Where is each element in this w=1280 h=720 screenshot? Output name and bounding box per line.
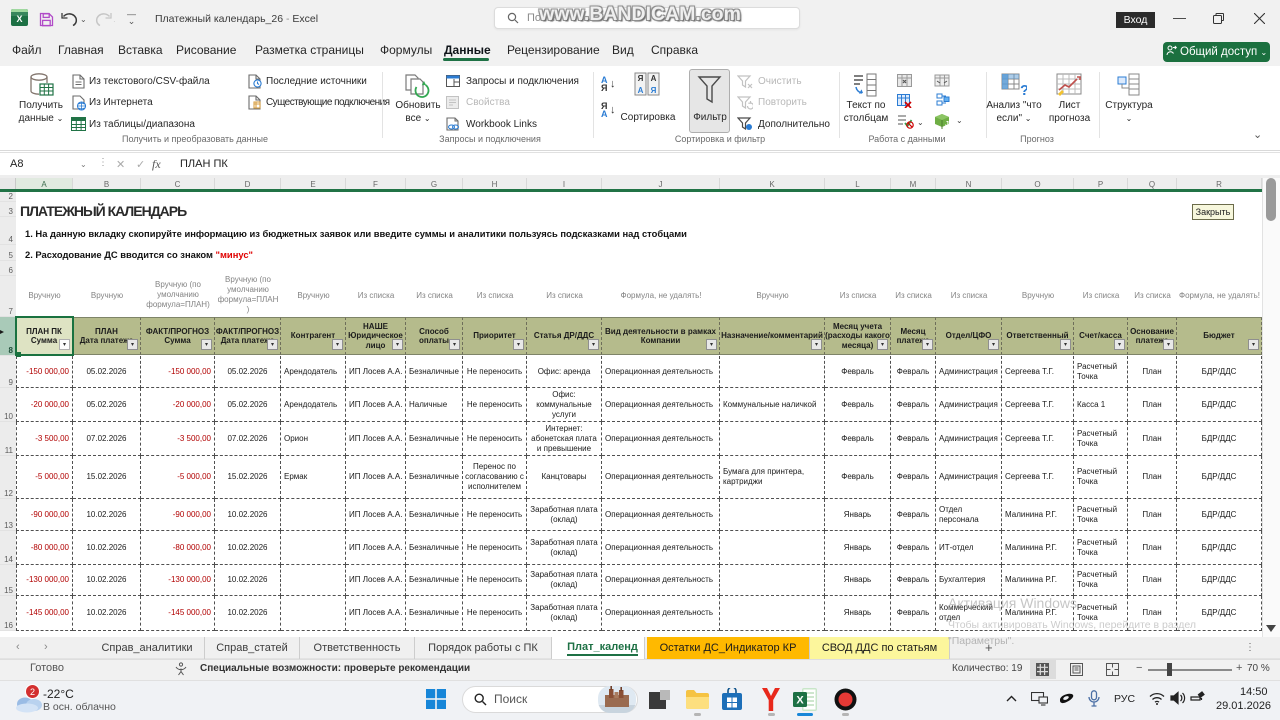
svg-text:Я: Я <box>638 74 644 83</box>
svg-text:J: J <box>945 121 949 128</box>
svg-text:X: X <box>796 695 804 707</box>
svg-text:X: X <box>16 14 22 24</box>
svg-text:А: А <box>638 86 644 95</box>
svg-text:?: ? <box>1020 82 1027 98</box>
svg-text:А: А <box>651 74 657 83</box>
svg-text:Я: Я <box>651 86 657 95</box>
